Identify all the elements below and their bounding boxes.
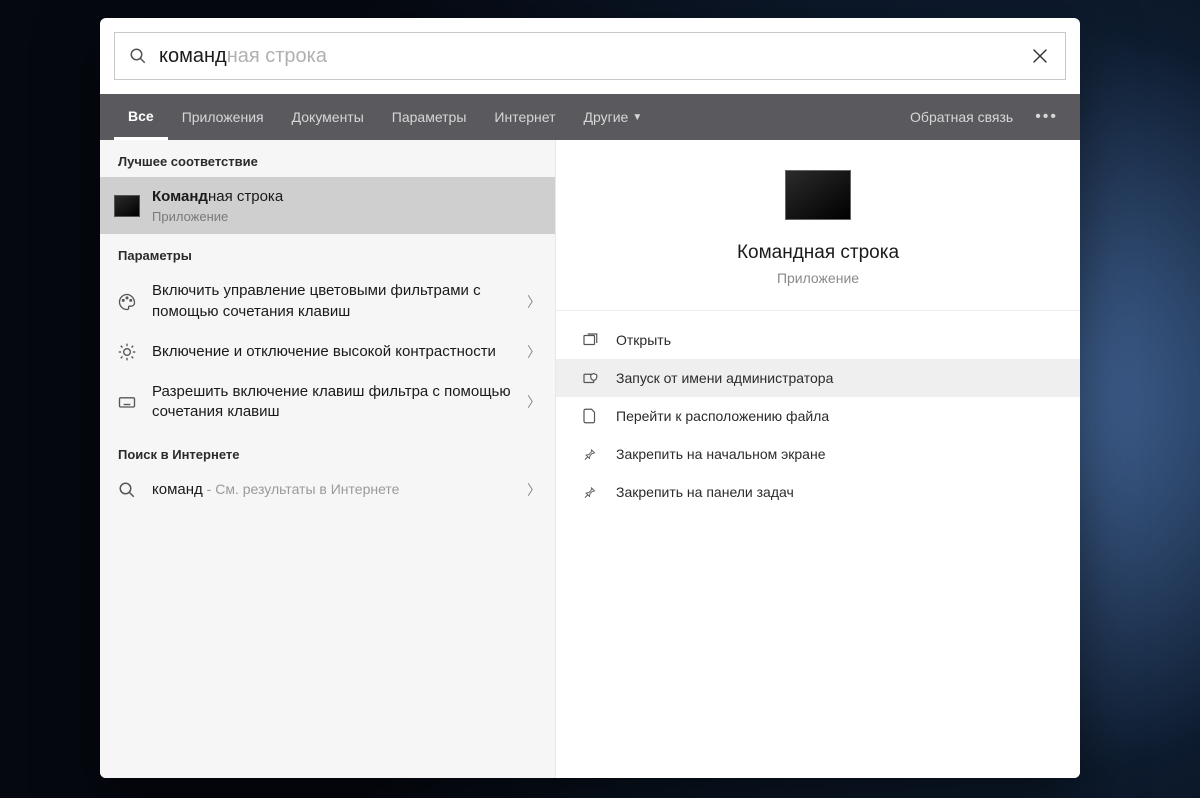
result-setting-color-filters[interactable]: Включить управление цветовыми фильтрами …	[100, 271, 555, 332]
tab-more[interactable]: Другие ▼	[570, 94, 657, 140]
action-open-file-location[interactable]: Перейти к расположению файла	[556, 397, 1080, 435]
detail-header: Командная строка Приложение	[556, 140, 1080, 311]
result-label: Включение и отключение высокой контрастн…	[152, 342, 519, 362]
search-scope-tabs: Все Приложения Документы Параметры Интер…	[100, 94, 1080, 140]
action-label: Перейти к расположению файла	[616, 408, 829, 424]
result-label: Включить управление цветовыми фильтрами …	[152, 281, 519, 322]
chevron-right-icon: 〉	[519, 292, 541, 312]
command-prompt-icon	[785, 170, 851, 220]
admin-shield-icon	[578, 369, 602, 387]
tab-web[interactable]: Интернет	[480, 94, 569, 140]
search-suggestion-text: ная строка	[227, 45, 327, 68]
tab-more-label: Другие	[584, 109, 629, 125]
search-bar[interactable]: командная строка	[114, 32, 1066, 80]
action-run-as-admin[interactable]: Запуск от имени администратора	[556, 359, 1080, 397]
action-label: Запуск от имени администратора	[616, 370, 833, 386]
action-open[interactable]: Открыть	[556, 321, 1080, 359]
action-pin-start[interactable]: Закрепить на начальном экране	[556, 435, 1080, 473]
feedback-link[interactable]: Обратная связь	[896, 109, 1027, 125]
chevron-down-icon: ▼	[632, 112, 642, 123]
section-settings: Параметры	[100, 234, 555, 271]
pin-icon	[578, 483, 602, 501]
folder-icon	[578, 407, 602, 425]
search-body: Лучшее соответствие Командная строка При…	[100, 140, 1080, 778]
palette-icon	[114, 292, 140, 312]
detail-title: Командная строка	[737, 242, 899, 264]
close-icon[interactable]	[1029, 45, 1051, 67]
chevron-right-icon: 〉	[519, 480, 541, 500]
brightness-icon	[114, 342, 140, 362]
chevron-right-icon: 〉	[519, 392, 541, 412]
result-title: Командная строка	[152, 187, 541, 207]
chevron-right-icon: 〉	[519, 342, 541, 362]
search-input[interactable]: командная строка	[159, 33, 1029, 79]
section-web: Поиск в Интернете	[100, 433, 555, 470]
keyboard-icon	[114, 392, 140, 412]
more-options-icon[interactable]: •••	[1027, 108, 1066, 126]
search-icon	[114, 481, 140, 499]
tab-docs[interactable]: Документы	[278, 94, 378, 140]
action-pin-taskbar[interactable]: Закрепить на панели задач	[556, 473, 1080, 511]
result-setting-high-contrast[interactable]: Включение и отключение высокой контрастн…	[100, 332, 555, 372]
action-label: Открыть	[616, 332, 671, 348]
search-icon	[129, 47, 147, 65]
pin-icon	[578, 445, 602, 463]
result-label: команд - См. результаты в Интернете	[152, 480, 519, 500]
tab-settings[interactable]: Параметры	[378, 94, 481, 140]
action-label: Закрепить на начальном экране	[616, 446, 826, 462]
detail-subtitle: Приложение	[777, 270, 859, 286]
windows-search-panel: командная строка Все Приложения Документ…	[100, 18, 1080, 778]
result-command-prompt[interactable]: Командная строка Приложение	[100, 177, 555, 234]
detail-actions: Открыть Запуск от имени администратора	[556, 311, 1080, 521]
action-label: Закрепить на панели задач	[616, 484, 794, 500]
result-web-search[interactable]: команд - См. результаты в Интернете 〉	[100, 470, 555, 510]
result-label: Разрешить включение клавиш фильтра с пом…	[152, 382, 519, 423]
result-subtitle: Приложение	[152, 209, 541, 224]
tab-all[interactable]: Все	[114, 94, 168, 140]
section-best-match: Лучшее соответствие	[100, 140, 555, 177]
result-setting-filter-keys[interactable]: Разрешить включение клавиш фильтра с пом…	[100, 372, 555, 433]
results-list: Лучшее соответствие Командная строка При…	[100, 140, 555, 778]
open-icon	[578, 331, 602, 349]
tab-apps[interactable]: Приложения	[168, 94, 278, 140]
detail-pane: Командная строка Приложение Открыть	[555, 140, 1080, 778]
search-typed-text: команд	[159, 45, 227, 68]
command-prompt-icon	[114, 195, 140, 217]
